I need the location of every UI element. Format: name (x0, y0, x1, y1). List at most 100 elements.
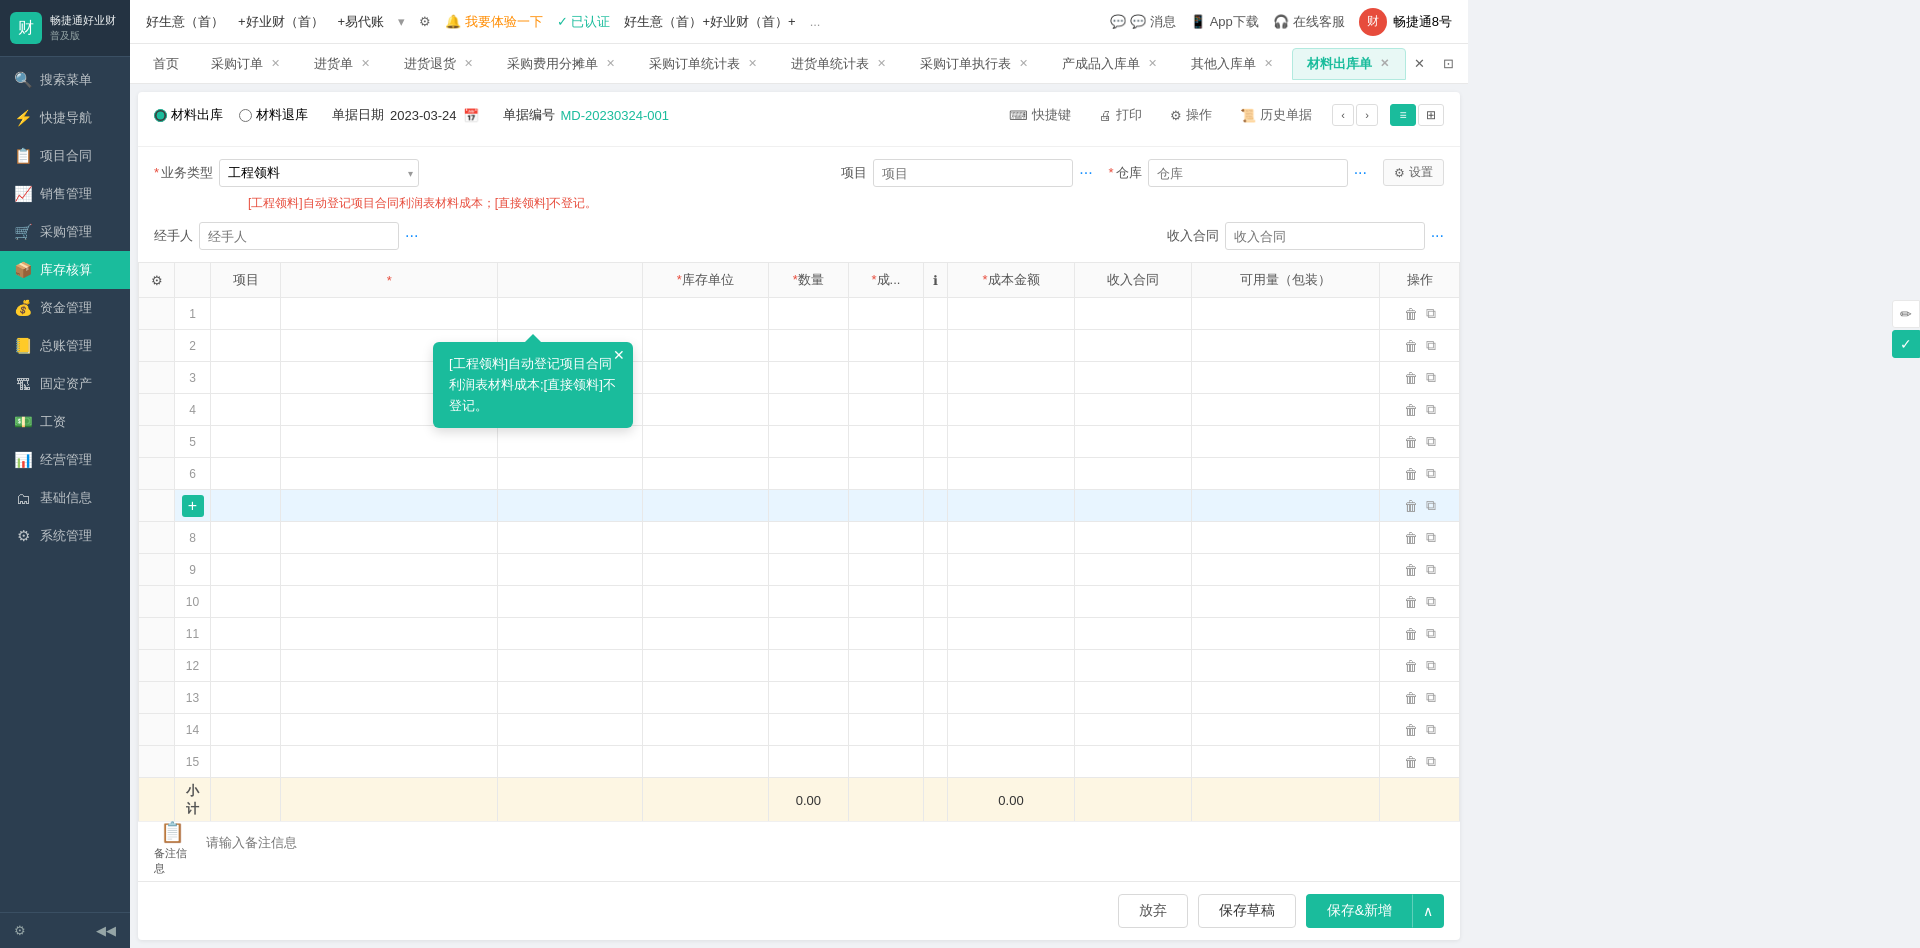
table-cell[interactable] (769, 650, 849, 682)
tab-goods-return[interactable]: 进货退货 ✕ (389, 48, 490, 80)
project-input[interactable] (873, 159, 1073, 187)
table-cell[interactable] (848, 682, 924, 714)
topbar-verified[interactable]: ✓ 已认证 (557, 13, 611, 31)
tab-goods-in-close[interactable]: ✕ (359, 56, 372, 71)
table-cell[interactable] (642, 746, 769, 778)
table-cell[interactable] (769, 746, 849, 778)
table-cell[interactable] (1192, 298, 1380, 330)
table-cell[interactable] (642, 490, 769, 522)
sidebar-collapse-icon[interactable]: ◀◀ (96, 923, 116, 938)
sidebar-settings-icon[interactable]: ⚙ (14, 923, 26, 938)
tab-purchase-expense-close[interactable]: ✕ (604, 56, 617, 71)
table-cell[interactable] (948, 394, 1075, 426)
doc-no-value[interactable]: MD-20230324-001 (561, 108, 669, 123)
row-delete-btn[interactable]: 🗑 (1402, 720, 1420, 740)
topbar-experience[interactable]: 🔔 我要体验一下 (445, 13, 543, 31)
row-delete-btn[interactable]: 🗑 (1402, 400, 1420, 420)
sidebar-item-purchase[interactable]: 🛒 采购管理 (0, 213, 130, 251)
float-green-btn[interactable]: ✓ (1892, 330, 1920, 358)
row-copy-btn[interactable]: ⧉ (1424, 527, 1438, 548)
row-delete-btn[interactable]: 🗑 (1402, 304, 1420, 324)
table-cell[interactable] (924, 522, 948, 554)
tab-purchase-expense[interactable]: 采购费用分摊单 ✕ (492, 48, 632, 80)
col-settings-icon[interactable]: ⚙ (151, 273, 163, 288)
table-cell[interactable] (642, 330, 769, 362)
table-cell[interactable] (1074, 458, 1191, 490)
handler-input[interactable] (199, 222, 399, 250)
row-copy-btn[interactable]: ⧉ (1424, 719, 1438, 740)
table-cell[interactable] (924, 426, 948, 458)
radio-material-return-input[interactable] (239, 109, 252, 122)
table-cell[interactable] (848, 554, 924, 586)
table-cell[interactable] (211, 394, 281, 426)
table-cell[interactable] (642, 618, 769, 650)
table-cell[interactable] (498, 298, 642, 330)
table-cell[interactable] (281, 298, 498, 330)
discard-button[interactable]: 放弃 (1118, 894, 1188, 928)
table-cell[interactable] (642, 522, 769, 554)
topbar-good2[interactable]: 好生意（首）+好业财（首）+ (624, 13, 795, 31)
sidebar-item-basic[interactable]: 🗂 基础信息 (0, 479, 130, 517)
row-copy-btn[interactable]: ⧉ (1424, 367, 1438, 388)
tab-goods-stats[interactable]: 进货单统计表 ✕ (776, 48, 903, 80)
table-cell[interactable] (924, 714, 948, 746)
history-btn[interactable]: 📜 历史单据 (1232, 102, 1320, 128)
table-cell[interactable] (1074, 522, 1191, 554)
row-delete-btn[interactable]: 🗑 (1402, 656, 1420, 676)
table-cell[interactable] (769, 714, 849, 746)
table-cell[interactable] (948, 682, 1075, 714)
sidebar-item-quicknav[interactable]: ⚡ 快捷导航 (0, 99, 130, 137)
table-cell[interactable] (281, 746, 498, 778)
table-cell[interactable] (642, 362, 769, 394)
tab-other-in[interactable]: 其他入库单 ✕ (1176, 48, 1290, 80)
table-cell[interactable] (948, 426, 1075, 458)
table-cell[interactable] (948, 298, 1075, 330)
table-cell[interactable] (1074, 298, 1191, 330)
table-cell[interactable] (498, 682, 642, 714)
topbar-settings-btn[interactable]: ⚙ (419, 14, 431, 29)
table-cell[interactable] (498, 522, 642, 554)
tab-purchase-exec-close[interactable]: ✕ (1017, 56, 1030, 71)
topbar-app-download[interactable]: 📱 App下载 (1190, 13, 1259, 31)
row-copy-btn[interactable]: ⧉ (1424, 495, 1438, 516)
table-cell[interactable] (211, 362, 281, 394)
radio-material-out[interactable]: 材料出库 (154, 106, 223, 124)
row-delete-btn[interactable]: 🗑 (1402, 560, 1420, 580)
table-cell[interactable] (281, 490, 498, 522)
view-list-btn[interactable]: ≡ (1390, 104, 1416, 126)
topbar-add-good[interactable]: +好业财（首） (238, 13, 324, 31)
table-cell[interactable] (642, 682, 769, 714)
table-cell[interactable] (211, 522, 281, 554)
row-delete-btn[interactable]: 🗑 (1402, 464, 1420, 484)
table-cell[interactable] (1192, 586, 1380, 618)
table-cell[interactable] (1192, 554, 1380, 586)
table-cell[interactable] (1192, 330, 1380, 362)
table-cell[interactable] (769, 618, 849, 650)
tooltip-close-btn[interactable]: ✕ (613, 348, 625, 362)
table-cell[interactable] (281, 714, 498, 746)
print-btn[interactable]: 🖨 打印 (1091, 102, 1150, 128)
table-cell[interactable] (211, 458, 281, 490)
table-cell[interactable] (848, 458, 924, 490)
table-cell[interactable] (924, 490, 948, 522)
table-cell[interactable] (281, 586, 498, 618)
row-delete-btn[interactable]: 🗑 (1402, 432, 1420, 452)
table-cell[interactable] (211, 298, 281, 330)
table-cell[interactable] (769, 298, 849, 330)
tab-product-in-close[interactable]: ✕ (1146, 56, 1159, 71)
table-cell[interactable] (769, 330, 849, 362)
topbar-user[interactable]: 财 畅捷通8号 (1359, 8, 1452, 36)
table-cell[interactable] (498, 426, 642, 458)
row-copy-btn[interactable]: ⧉ (1424, 655, 1438, 676)
table-cell[interactable] (848, 586, 924, 618)
table-cell[interactable] (281, 554, 498, 586)
table-cell[interactable] (211, 554, 281, 586)
row-copy-btn[interactable]: ⧉ (1424, 431, 1438, 452)
table-cell[interactable] (498, 490, 642, 522)
table-cell[interactable] (642, 714, 769, 746)
table-cell[interactable] (281, 522, 498, 554)
table-cell[interactable] (1074, 682, 1191, 714)
table-cell[interactable] (281, 618, 498, 650)
project-expand-btn[interactable]: ··· (1079, 164, 1092, 182)
table-cell[interactable] (1192, 522, 1380, 554)
